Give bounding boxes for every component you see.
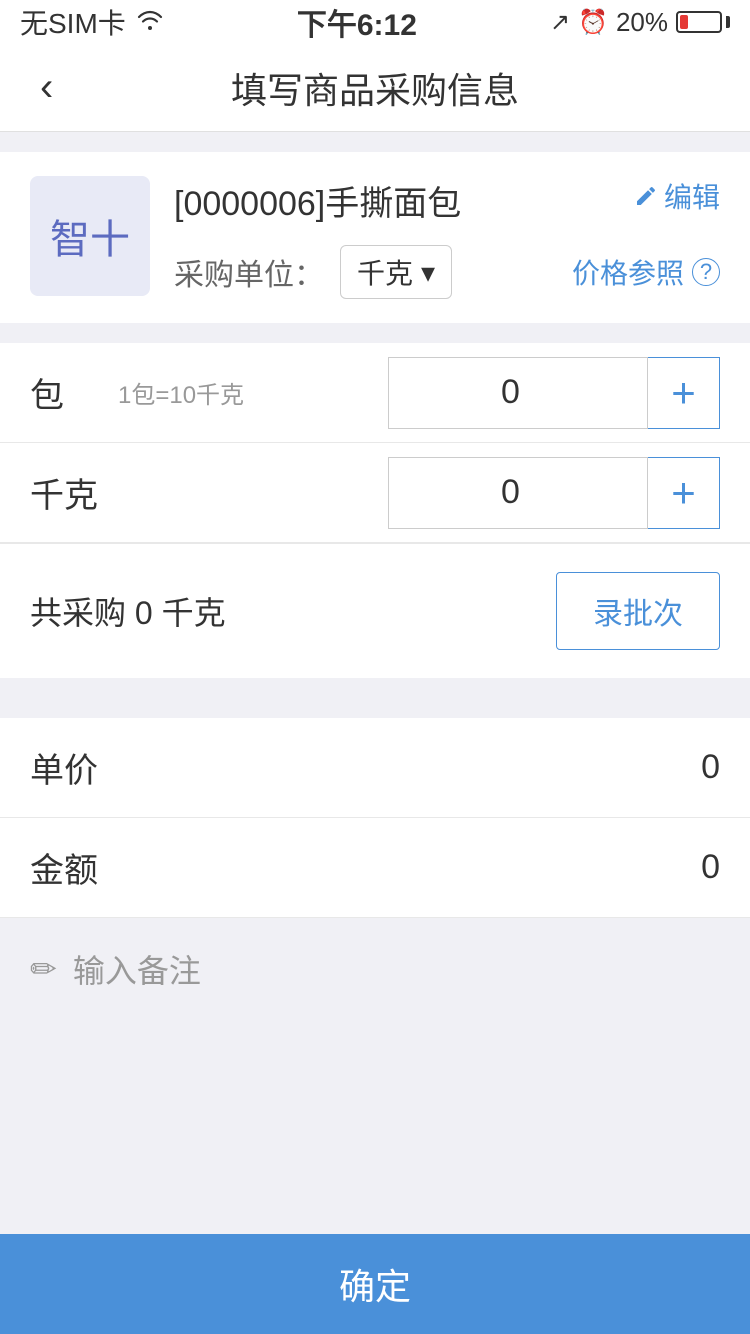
- chevron-down-icon: ▾: [421, 256, 435, 289]
- bag-input-control: +: [388, 357, 720, 429]
- note-placeholder: ✏ 输入备注: [30, 946, 720, 992]
- bag-input[interactable]: [388, 357, 648, 429]
- kg-label: 千克: [30, 468, 110, 517]
- battery-icon: [676, 11, 730, 33]
- bag-sublabel: 1包=10千克: [118, 375, 388, 410]
- confirm-label: 确定: [339, 1258, 411, 1310]
- unit-row: 采购单位： 千克 ▾ 价格参照 ?: [174, 245, 720, 299]
- product-name-row: [0000006]手撕面包 编辑: [174, 176, 720, 225]
- pencil-icon: ✏: [30, 950, 57, 988]
- amount-label: 金额: [30, 843, 98, 892]
- status-time: 下午6:12: [297, 0, 417, 44]
- info-icon: ?: [692, 258, 720, 286]
- unit-label: 采购单位：: [174, 250, 324, 294]
- unit-value: 千克: [357, 252, 413, 292]
- status-bar: 无SIM卡 下午6:12 ↗ ⏰ 20%: [0, 0, 750, 44]
- kg-input-row: 千克 +: [0, 443, 750, 543]
- batch-button[interactable]: 录批次: [556, 572, 720, 650]
- kg-input[interactable]: [388, 457, 648, 529]
- unit-price-label: 单价: [30, 743, 98, 792]
- status-right: ↗ ⏰ 20%: [550, 7, 730, 38]
- unit-select[interactable]: 千克 ▾: [340, 245, 452, 299]
- battery-pct: 20%: [616, 7, 668, 38]
- unit-price-value: 0: [701, 748, 720, 787]
- summary-text: 共采购 0 千克: [30, 588, 226, 634]
- edit-label: 编辑: [664, 176, 720, 216]
- status-left: 无SIM卡: [20, 2, 164, 42]
- input-section: 包 1包=10千克 + 千克 + 共采购 0 千克 录批次: [0, 343, 750, 678]
- product-logo: 智十: [50, 207, 130, 265]
- product-card: 智十 [0000006]手撕面包 编辑 采购单位： 千克 ▾ 价格参照 ?: [0, 152, 750, 323]
- price-ref-button[interactable]: 价格参照 ?: [572, 252, 720, 292]
- bag-label: 包: [30, 368, 110, 417]
- note-placeholder-text: 输入备注: [73, 946, 201, 992]
- confirm-button[interactable]: 确定: [0, 1234, 750, 1334]
- bag-input-row: 包 1包=10千克 +: [0, 343, 750, 443]
- note-section[interactable]: ✏ 输入备注: [0, 918, 750, 1118]
- section-divider-1: [0, 323, 750, 343]
- amount-row: 金额 0: [0, 818, 750, 918]
- back-button[interactable]: ‹: [30, 55, 63, 120]
- product-name: [0000006]手撕面包: [174, 176, 461, 225]
- edit-button[interactable]: 编辑: [634, 176, 720, 216]
- price-section: 单价 0 金额 0: [0, 718, 750, 918]
- kg-plus-button[interactable]: +: [648, 457, 720, 529]
- summary-row: 共采购 0 千克 录批次: [0, 543, 750, 678]
- bag-plus-button[interactable]: +: [648, 357, 720, 429]
- product-image: 智十: [30, 176, 150, 296]
- kg-input-control: +: [388, 457, 720, 529]
- product-info: [0000006]手撕面包 编辑 采购单位： 千克 ▾ 价格参照 ?: [174, 176, 720, 299]
- location-icon: ↗: [550, 8, 570, 37]
- carrier-text: 无SIM卡: [20, 2, 126, 42]
- amount-value: 0: [701, 848, 720, 887]
- page-title: 填写商品采购信息: [231, 62, 519, 114]
- wifi-icon: [136, 6, 164, 38]
- nav-bar: ‹ 填写商品采购信息: [0, 44, 750, 132]
- section-divider-2: [0, 678, 750, 698]
- alarm-icon: ⏰: [578, 8, 608, 37]
- price-ref-label: 价格参照: [572, 252, 684, 292]
- unit-price-row: 单价 0: [0, 718, 750, 818]
